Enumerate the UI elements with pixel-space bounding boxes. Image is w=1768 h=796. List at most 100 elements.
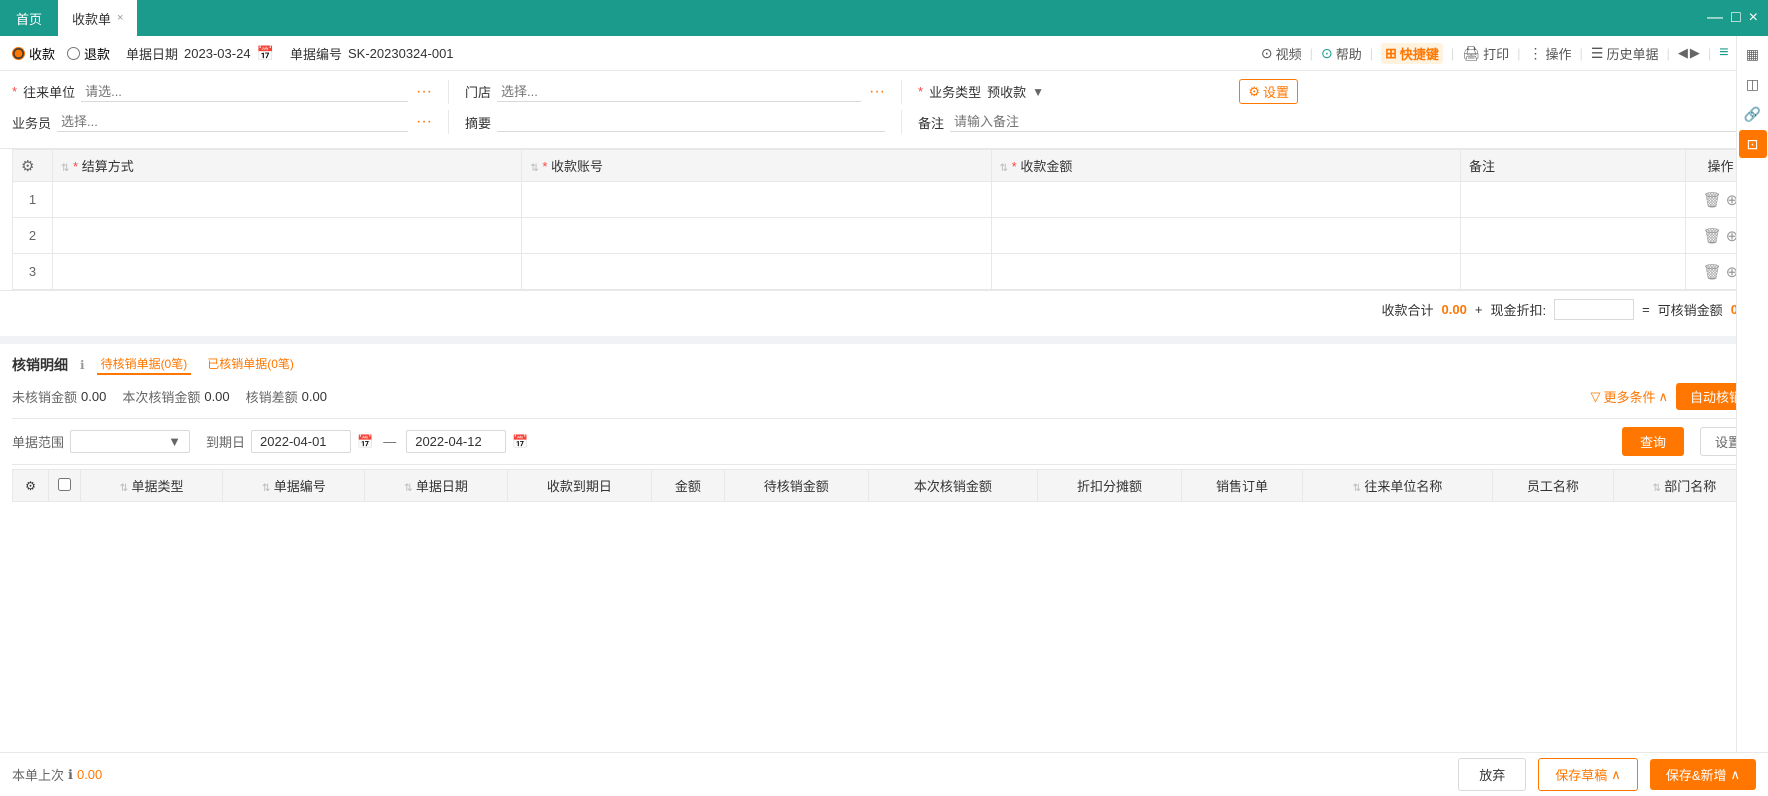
nav-right-icons: — □ × (1705, 7, 1768, 29)
unit-input[interactable] (81, 82, 408, 102)
table-gear-icon[interactable]: ⚙ (21, 158, 34, 175)
video-icon: ⊙ (1261, 45, 1273, 62)
equal-label: = (1642, 302, 1650, 317)
history-icon: ☰ (1591, 45, 1604, 62)
total-value: 0.00 (1442, 302, 1467, 317)
calendar-icon[interactable]: 📅 (257, 45, 274, 62)
history-action[interactable]: ☰ 历史单据 (1591, 44, 1659, 63)
discard-button[interactable]: 放弃 (1458, 758, 1526, 791)
hx-tab-pending[interactable]: 待核销单据(0笔) (97, 354, 192, 375)
more-conditions-btn[interactable]: ▽ 更多条件 ∧ (1590, 387, 1668, 406)
bt-number-col: ⇅ 单据编号 (223, 470, 365, 502)
biz-type-dropdown-icon[interactable]: ▼ (1032, 85, 1044, 99)
due-date-from-input[interactable] (251, 430, 351, 453)
row-2-account[interactable] (522, 218, 991, 254)
prev-arrow-icon[interactable]: ◀ (1678, 45, 1688, 61)
rp-doc-icon[interactable]: ◫ (1739, 70, 1767, 98)
bt-unit-col: ⇅ 往来单位名称 (1302, 470, 1492, 502)
form-row-1: * 往来单位 ··· 门店 ··· * 业务类型 预收款 ▼ ⚙ (12, 79, 1756, 104)
tab-close-icon[interactable]: × (117, 12, 123, 24)
summary-label: 摘要 (465, 113, 491, 132)
prev-info: 本单上次 ℹ 0.00 (12, 765, 102, 784)
voucher-range-select[interactable]: ▼ (70, 430, 190, 453)
help-action[interactable]: ⊙ 帮助 (1321, 44, 1362, 63)
form-section: * 往来单位 ··· 门店 ··· * 业务类型 预收款 ▼ ⚙ (0, 71, 1768, 149)
ops-action[interactable]: ⋮ 操作 (1528, 44, 1571, 63)
table-settings-header[interactable]: ⚙ (13, 150, 53, 182)
nav-home[interactable]: 首页 (0, 0, 58, 36)
from-date-calendar-icon[interactable]: 📅 (357, 434, 373, 450)
remark-label: 备注 (918, 113, 944, 132)
remark-input[interactable] (950, 112, 1756, 132)
voucher-range-label: 单据范围 (12, 432, 64, 451)
to-date-calendar-icon[interactable]: 📅 (512, 434, 528, 450)
row-3-delete-icon[interactable]: 🗑 (1703, 263, 1722, 281)
save-new-button[interactable]: 保存&新增 ∧ (1650, 759, 1756, 790)
shortcut-action[interactable]: ⊞ 快捷键 (1381, 43, 1443, 64)
nav-tab-receipt[interactable]: 收款单 × (58, 0, 137, 36)
setting-button[interactable]: ⚙ 设置 (1239, 79, 1298, 104)
store-input[interactable] (497, 82, 861, 102)
col-account-header: ⇅ * 收款账号 (522, 150, 991, 182)
rp-link-icon[interactable]: 🔗 (1739, 100, 1767, 128)
date-label: 单据日期 (126, 44, 178, 63)
number-label: 单据编号 (290, 44, 342, 63)
unit-more-btn[interactable]: ··· (416, 83, 432, 101)
hx-diff-val: 0.00 (302, 389, 327, 404)
row-1-payment[interactable] (53, 182, 522, 218)
rp-edit-icon[interactable]: ⊡ (1739, 130, 1767, 158)
row-1-amount[interactable] (991, 182, 1460, 218)
summary-input[interactable] (497, 112, 885, 132)
select-chevron-icon: ▼ (168, 434, 181, 449)
store-more-btn[interactable]: ··· (869, 83, 885, 101)
hx-tab-done[interactable]: 已核销单据(0笔) (203, 354, 298, 375)
row-1-delete-icon[interactable]: 🗑 (1703, 191, 1722, 209)
refund-radio[interactable]: 退款 (67, 44, 110, 63)
bt-dept-col: ⇅ 部门名称 (1613, 470, 1755, 502)
row-2-amount[interactable] (991, 218, 1460, 254)
hx-current-val: 0.00 (204, 389, 229, 404)
print-action[interactable]: 🖨 打印 (1462, 44, 1509, 63)
select-all-checkbox[interactable] (58, 478, 71, 491)
help-icon: ⊙ (1321, 45, 1333, 62)
date-range-sep: — (379, 434, 400, 449)
maximize-icon[interactable]: □ (1729, 7, 1743, 29)
video-action[interactable]: ⊙ 视频 (1261, 44, 1302, 63)
prev-value: 0.00 (77, 767, 102, 782)
next-arrow-icon[interactable]: ▶ (1690, 45, 1700, 61)
staff-input[interactable] (57, 112, 408, 132)
plus-label: + (1475, 302, 1483, 317)
row-2-remark[interactable] (1460, 218, 1685, 254)
hx-diff-label: 核销差额 (246, 387, 298, 406)
minimize-icon[interactable]: — (1705, 7, 1725, 29)
query-button[interactable]: 查询 (1622, 427, 1684, 456)
row-3-account[interactable] (522, 254, 991, 290)
row-2-delete-icon[interactable]: 🗑 (1703, 227, 1722, 245)
bt-checkbox-col[interactable] (49, 470, 81, 502)
row-2-payment[interactable] (53, 218, 522, 254)
verify-table: ⚙ ⇅ 单据类型 ⇅ 单据编号 ⇅ 单据日期 (12, 469, 1756, 502)
table-row: 2 🗑 ⊕ (13, 218, 1756, 254)
save-draft-button[interactable]: 保存草稿 ∧ (1538, 758, 1638, 791)
col-remark-label: 备注 (1469, 159, 1495, 174)
store-field: 门店 ··· (465, 82, 885, 102)
col-ops-label: 操作 (1707, 159, 1733, 174)
list-icon[interactable]: ≡ (1719, 44, 1728, 62)
receipt-radio[interactable]: 收款 (12, 44, 55, 63)
rp-table-icon[interactable]: ▦ (1739, 40, 1767, 68)
shortcut-label: 快捷键 (1400, 44, 1439, 63)
bt-settings-col[interactable]: ⚙ (13, 470, 49, 502)
due-date-to-input[interactable] (406, 430, 506, 453)
bottom-table-section: ⚙ ⇅ 单据类型 ⇅ 单据编号 ⇅ 单据日期 (12, 469, 1756, 502)
window-close-icon[interactable]: × (1747, 7, 1760, 29)
row-3-payment[interactable] (53, 254, 522, 290)
sep4: | (1517, 46, 1520, 61)
date-field: 单据日期 2023-03-24 📅 (126, 44, 274, 63)
staff-more-btn[interactable]: ··· (416, 113, 432, 131)
bt-date-label: 单据日期 (416, 479, 468, 494)
row-1-account[interactable] (522, 182, 991, 218)
row-3-amount[interactable] (991, 254, 1460, 290)
row-3-remark[interactable] (1460, 254, 1685, 290)
discount-input[interactable] (1554, 299, 1634, 320)
row-1-remark[interactable] (1460, 182, 1685, 218)
